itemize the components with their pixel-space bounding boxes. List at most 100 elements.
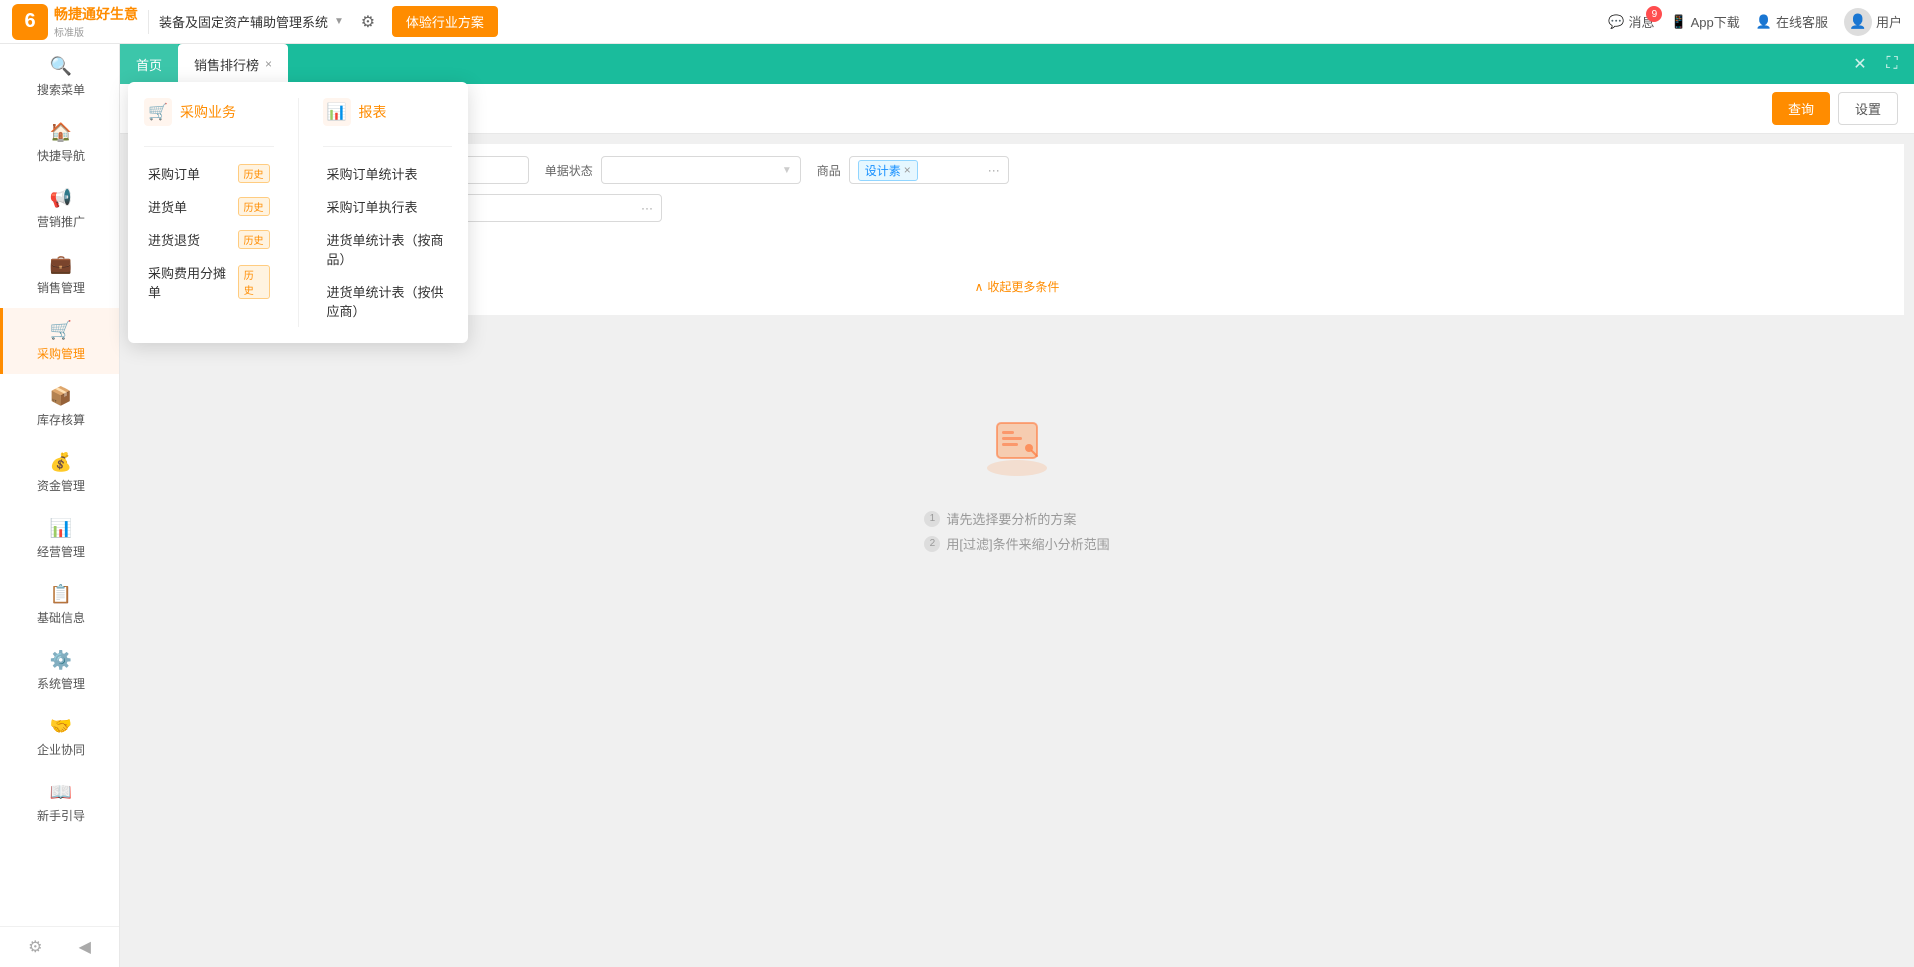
tip-2-text: 用[过滤]条件来缩小分析范围: [946, 534, 1109, 553]
sidebar-item-inventory[interactable]: 📦 库存核算: [0, 374, 119, 440]
system-selector[interactable]: 装备及固定资产辅助管理系统 ▼: [159, 12, 344, 31]
report-col-divider: [323, 146, 453, 147]
logo-main: 畅捷通好生意: [54, 4, 138, 24]
dropdown-item-label-return: 进货退货: [148, 230, 200, 249]
sidebar-item-guide[interactable]: 📖 新手引导: [0, 770, 119, 836]
industry-button[interactable]: 体验行业方案: [392, 6, 498, 37]
sidebar-item-cooperation[interactable]: 🤝 企业协同: [0, 704, 119, 770]
sidebar-item-operations[interactable]: 📊 经营管理: [0, 506, 119, 572]
logo-text: 畅捷通好生意 标准版: [54, 4, 138, 39]
sidebar-item-sales[interactable]: 💼 销售管理: [0, 242, 119, 308]
sidebar-item-search[interactable]: 🔍 搜索菜单: [0, 44, 119, 110]
dropdown-item-label-inbound-stats-goods: 进货单统计表（按商品）: [327, 230, 449, 268]
logo: 6 畅捷通好生意 标准版: [12, 4, 138, 40]
dropdown-item-order-stats[interactable]: 采购订单统计表: [323, 157, 453, 190]
dropdown-item-return[interactable]: 进货退货 历史: [144, 223, 274, 256]
goods-tag: 设计素 ×: [858, 160, 918, 181]
dropdown-item-inbound[interactable]: 进货单 历史: [144, 190, 274, 223]
dropdown-item-expense[interactable]: 采购费用分摊单 历史: [144, 256, 274, 308]
collapse-label: 收起更多条件: [987, 278, 1059, 295]
user-button[interactable]: 👤 用户: [1844, 8, 1902, 36]
tab-bar: 首页 销售排行榜 × ✕ ⛶: [120, 44, 1914, 84]
operations-icon: 📊: [50, 518, 72, 539]
settings-icon[interactable]: ⚙: [354, 8, 382, 36]
dropdown-item-inbound-stats-supplier[interactable]: 进货单统计表（按供应商）: [323, 275, 453, 327]
history-tag-inbound: 历史: [238, 197, 270, 216]
sidebar-item-nav[interactable]: 🏠 快捷导航: [0, 110, 119, 176]
empty-state: 1 请先选择要分析的方案 2 用[过滤]条件来缩小分析范围: [130, 323, 1904, 623]
dropdown-item-order-exec[interactable]: 采购订单执行表: [323, 190, 453, 223]
purchase-col-divider: [144, 146, 274, 147]
sidebar-bottom: ⚙ ◀: [0, 926, 119, 967]
tip-1-text: 请先选择要分析的方案: [946, 509, 1076, 528]
sidebar-item-label-inventory: 库存核算: [37, 411, 85, 428]
status-chevron-icon: ▼: [782, 165, 792, 176]
marketing-icon: 📢: [50, 188, 72, 209]
sidebar-collapse-icon[interactable]: ◀: [79, 937, 91, 957]
empty-tips: 1 请先选择要分析的方案 2 用[过滤]条件来缩小分析范围: [924, 509, 1109, 553]
purchase-dropdown-menu: 🛒 采购业务 采购订单 历史 进货单 历史 进货退货 历史 采购费用分摊单 历史: [128, 82, 468, 343]
sidebar-item-label-nav: 快捷导航: [37, 147, 85, 164]
tab-home-label: 首页: [136, 55, 162, 74]
tab-maximize-icon[interactable]: ⛶: [1878, 50, 1906, 78]
cooperation-icon: 🤝: [50, 716, 72, 737]
sidebar-item-basic[interactable]: 📋 基础信息: [0, 572, 119, 638]
query-button[interactable]: 查询: [1772, 92, 1830, 125]
avatar: 👤: [1844, 8, 1872, 36]
message-button[interactable]: 💬 消息 9: [1608, 12, 1654, 31]
sidebar-settings-icon[interactable]: ⚙: [28, 937, 42, 957]
dropdown-item-label-order-stats: 采购订单统计表: [327, 164, 418, 183]
history-tag-expense: 历史: [238, 265, 270, 299]
logo-icon-text: 6: [24, 10, 35, 33]
app-download-button[interactable]: 📱 App下载: [1670, 12, 1739, 31]
basic-icon: 📋: [50, 584, 72, 605]
goods-tag-close-icon[interactable]: ×: [904, 163, 911, 177]
dropdown-item-label-inbound-stats-supplier: 进货单统计表（按供应商）: [327, 282, 449, 320]
salesperson-more-icon[interactable]: ···: [641, 201, 653, 215]
sales-icon: 💼: [50, 254, 72, 275]
collapse-chevron-icon: ∧: [975, 280, 984, 294]
status-select[interactable]: ▼: [601, 156, 801, 184]
sidebar-item-purchase[interactable]: 🛒 采购管理: [0, 308, 119, 374]
tab-home[interactable]: 首页: [120, 44, 178, 84]
sidebar-item-label-search: 搜索菜单: [37, 81, 85, 98]
topbar: 6 畅捷通好生意 标准版 装备及固定资产辅助管理系统 ▼ ⚙ 体验行业方案 💬 …: [0, 0, 1914, 44]
search-menu-icon: 🔍: [50, 56, 72, 77]
sidebar-item-marketing[interactable]: 📢 营销推广: [0, 176, 119, 242]
dropdown-item-label-order-exec: 采购订单执行表: [327, 197, 418, 216]
filter-goods-label: 商品: [817, 162, 841, 179]
tab-close-icon[interactable]: ×: [265, 57, 272, 71]
service-icon: 👤: [1756, 14, 1772, 30]
empty-tip-2: 2 用[过滤]条件来缩小分析范围: [924, 534, 1109, 553]
empty-illustration: [967, 393, 1067, 493]
sidebar: 🔍 搜索菜单 🏠 快捷导航 📢 营销推广 💼 销售管理 🛒 采购管理 📦 库存核…: [0, 44, 120, 967]
filter-status-item: 单据状态 ▼: [545, 156, 801, 184]
tip-1-number: 1: [924, 511, 940, 527]
sidebar-item-system[interactable]: ⚙️ 系统管理: [0, 638, 119, 704]
report-col: 📊 报表 采购订单统计表 采购订单执行表 进货单统计表（按商品） 进货单统计表（…: [323, 98, 453, 327]
tab-sales-ranking[interactable]: 销售排行榜 ×: [178, 44, 288, 84]
service-label: 在线客服: [1776, 12, 1828, 31]
cols-divider: [298, 98, 299, 327]
tip-2-number: 2: [924, 536, 940, 552]
tab-close-window-icon[interactable]: ✕: [1846, 50, 1874, 78]
goods-more-icon[interactable]: ···: [988, 163, 1000, 177]
message-badge: 9: [1646, 6, 1662, 22]
tab-sales-ranking-label: 销售排行榜: [194, 55, 259, 74]
sidebar-item-label-guide: 新手引导: [37, 807, 85, 824]
dropdown-item-label-expense: 采购费用分摊单: [148, 263, 238, 301]
dropdown-cols: 🛒 采购业务 采购订单 历史 进货单 历史 进货退货 历史 采购费用分摊单 历史: [144, 98, 452, 327]
topbar-right: 💬 消息 9 📱 App下载 👤 在线客服 👤 用户: [1608, 8, 1902, 36]
online-service-button[interactable]: 👤 在线客服: [1756, 12, 1828, 31]
topbar-divider: [148, 10, 149, 34]
sidebar-item-label-sales: 销售管理: [37, 279, 85, 296]
system-chevron-icon: ▼: [334, 16, 344, 27]
goods-select[interactable]: 设计素 × ···: [849, 156, 1009, 184]
sidebar-item-finance[interactable]: 💰 资金管理: [0, 440, 119, 506]
salesperson-select[interactable]: ···: [462, 194, 662, 222]
sidebar-item-label-cooperation: 企业协同: [37, 741, 85, 758]
settings-button[interactable]: 设置: [1838, 92, 1898, 125]
dropdown-item-inbound-stats-goods[interactable]: 进货单统计表（按商品）: [323, 223, 453, 275]
dropdown-item-purchase-order[interactable]: 采购订单 历史: [144, 157, 274, 190]
app-label: App下载: [1691, 12, 1740, 31]
